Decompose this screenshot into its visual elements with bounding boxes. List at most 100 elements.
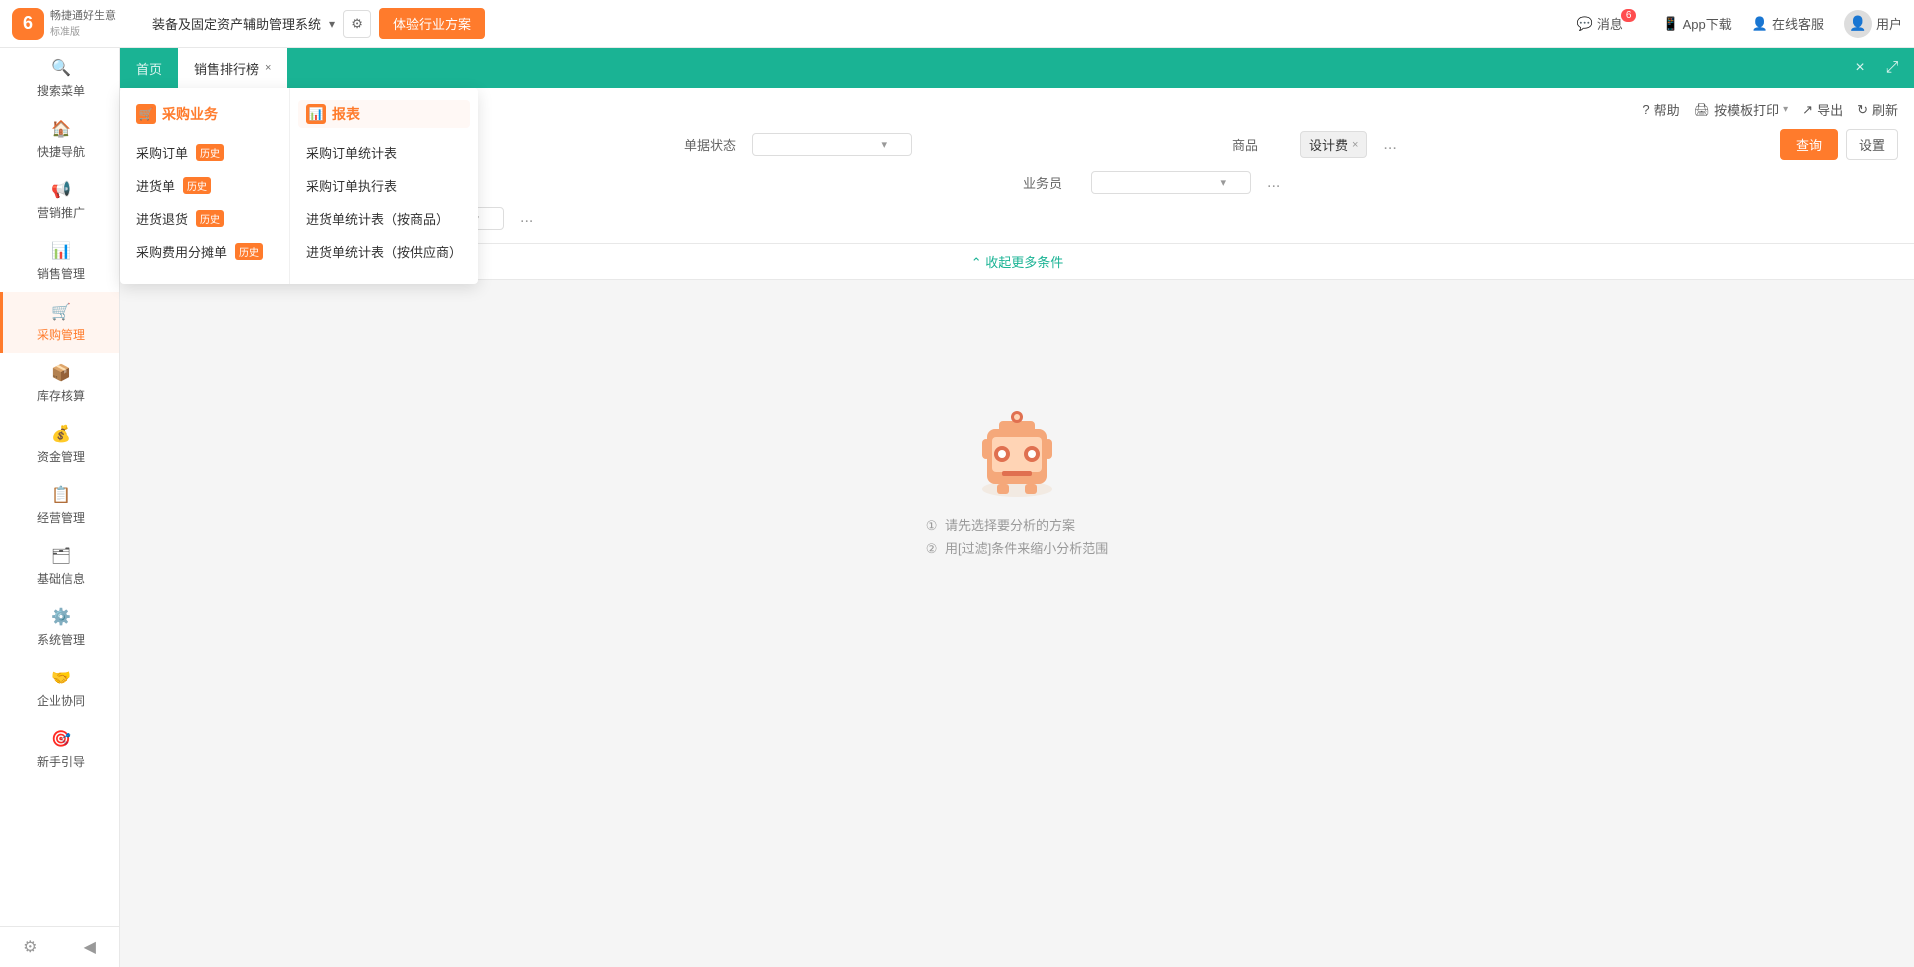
logo-area: 6 畅捷通好生意 标准版	[12, 8, 132, 40]
goods-tag-close[interactable]: ×	[1352, 139, 1358, 151]
menu-incoming[interactable]: 进货单 历史	[136, 169, 273, 202]
order-status-select[interactable]: ▾	[752, 133, 912, 156]
app-download-btn[interactable]: 📱 App下载	[1662, 14, 1731, 33]
logo-icon: 6	[12, 8, 44, 40]
empty-robot-svg	[957, 399, 1077, 499]
expand-window-btn[interactable]: ⤢	[1878, 54, 1906, 82]
salesperson-dots[interactable]: ...	[1259, 170, 1288, 196]
menu-incoming-stats-supplier[interactable]: 进货单统计表（按供应商）	[306, 235, 462, 268]
sidebar-item-newbie[interactable]: 🎯 新手引导	[0, 719, 119, 780]
report-col-title: 📊 报表	[298, 100, 470, 128]
tabs-actions: × ⤢	[1846, 54, 1914, 82]
empty-text: ① 请先选择要分析的方案 ② 用[过滤]条件来缩小分析范围	[926, 515, 1109, 561]
industry-btn[interactable]: 体验行业方案	[379, 8, 485, 39]
topbar-center: 装备及固定资产辅助管理系统 ▾ ⚙ 体验行业方案	[132, 8, 1577, 39]
export-icon: ↗	[1802, 102, 1813, 118]
sidebar-item-inventory[interactable]: 📦 库存核算	[0, 353, 119, 414]
purchase-icon: 🛒	[51, 302, 71, 322]
newbie-icon: 🎯	[51, 729, 71, 749]
sidebar-label-sales: 销售管理	[37, 265, 85, 282]
goods-dots[interactable]: ...	[1375, 132, 1404, 158]
sidebar-label-marketing: 营销推广	[37, 204, 85, 221]
report-col: 📊 报表 采购订单统计表 采购订单执行表 进货单统计表（按商品） 进货单统计表（…	[290, 88, 478, 284]
goods-label: 商品	[1232, 135, 1292, 154]
enterprise-icon: 🤝	[51, 668, 71, 688]
finance-icon: 💰	[51, 424, 71, 444]
sidebar-label-enterprise: 企业协同	[37, 692, 85, 709]
menu-purchase-order-stats[interactable]: 采购订单统计表	[306, 136, 462, 169]
sidebar-item-operations[interactable]: 📋 经营管理	[0, 475, 119, 536]
logo-text: 畅捷通好生意	[50, 9, 116, 23]
report-menu-icon: 📊	[306, 104, 326, 124]
headset-icon: 👤	[1752, 16, 1768, 32]
system-icon: ⚙️	[51, 607, 71, 627]
goods-group: 商品 设计费 × ...	[1232, 131, 1768, 158]
sidebar-label-operations: 经营管理	[37, 509, 85, 526]
tab-sales-ranking-label: 销售排行榜	[194, 59, 259, 78]
user-menu[interactable]: 👤 用户	[1844, 10, 1902, 38]
history-badge-3: 历史	[235, 243, 263, 260]
phone-icon: 📱	[1662, 16, 1678, 32]
tab-home[interactable]: 首页	[120, 48, 178, 88]
settings-btn[interactable]: 设置	[1846, 129, 1898, 160]
menu-expense[interactable]: 采购费用分摊单 历史	[136, 235, 273, 268]
close-window-btn[interactable]: ×	[1846, 54, 1874, 82]
avatar: 👤	[1844, 10, 1872, 38]
history-badge-0: 历史	[196, 144, 224, 161]
sidebar-item-finance[interactable]: 💰 资金管理	[0, 414, 119, 475]
sidebar-item-marketing[interactable]: 📢 营销推广	[0, 170, 119, 231]
tab-home-label: 首页	[136, 59, 162, 78]
print-icon: 🖨	[1694, 102, 1711, 118]
menu-return[interactable]: 进货退货 历史	[136, 202, 273, 235]
help-icon: ?	[1642, 102, 1649, 117]
menu-incoming-stats-product[interactable]: 进货单统计表（按商品）	[306, 202, 462, 235]
marketing-icon: 📢	[51, 180, 71, 200]
collapse-sidebar-btn[interactable]: ◀	[84, 937, 96, 957]
empty-illustration	[957, 399, 1077, 499]
sidebar-bottom: ⚙ ◀	[0, 926, 119, 967]
online-service-btn[interactable]: 👤 在线客服	[1752, 14, 1824, 33]
history-badge-2: 历史	[196, 210, 224, 227]
query-btn[interactable]: 查询	[1780, 129, 1838, 160]
sidebar-item-search[interactable]: 🔍 搜索菜单	[0, 48, 119, 109]
sidebar-label-system: 系统管理	[37, 631, 85, 648]
messages-btn[interactable]: 💬 消息 6	[1577, 14, 1643, 33]
tab-close-icon[interactable]: ×	[265, 62, 271, 74]
sidebar-item-enterprise[interactable]: 🤝 企业协同	[0, 658, 119, 719]
sidebar-label-newbie: 新手引导	[37, 753, 85, 770]
customer-dots[interactable]: ...	[512, 205, 541, 231]
gear-button[interactable]: ⚙	[343, 10, 371, 38]
tab-sales-ranking[interactable]: 销售排行榜 ×	[178, 48, 287, 88]
purchase-col: 🛒 采购业务 采购订单 历史 进货单 历史 进货退货 历史 采购费用分摊单 历史	[120, 88, 290, 284]
salesperson-input[interactable]: ▾	[1091, 171, 1251, 194]
sidebar-item-basic[interactable]: 🗂 基础信息	[0, 536, 119, 597]
tabs-bar: 首页 销售排行榜 × × ⤢	[120, 48, 1914, 88]
sidebar: 🔍 搜索菜单 🏠 快捷导航 📢 营销推广 📊 销售管理 🛒 采购管理 📦 库存核…	[0, 48, 120, 967]
topbar-right: 💬 消息 6 📱 App下载 👤 在线客服 👤 用户	[1577, 10, 1902, 38]
menu-purchase-order[interactable]: 采购订单 历史	[136, 136, 273, 169]
menu-purchase-order-exec[interactable]: 采购订单执行表	[306, 169, 462, 202]
order-status-label: 单据状态	[684, 135, 744, 154]
empty-hint-1: ① 请先选择要分析的方案	[926, 515, 1109, 534]
help-btn[interactable]: ? 帮助	[1642, 100, 1679, 119]
refresh-btn[interactable]: ↻ 刷新	[1857, 100, 1898, 119]
purchase-menu-icon: 🛒	[136, 104, 156, 124]
settings-bottom-icon[interactable]: ⚙	[23, 937, 37, 957]
sidebar-item-sales[interactable]: 📊 销售管理	[0, 231, 119, 292]
system-name: 装备及固定资产辅助管理系统	[152, 14, 321, 33]
operations-icon: 📋	[51, 485, 71, 505]
sidebar-item-system[interactable]: ⚙️ 系统管理	[0, 597, 119, 658]
print-btn[interactable]: 🖨 按模板打印 ▾	[1694, 100, 1789, 119]
message-icon: 💬	[1577, 16, 1593, 32]
goods-tag[interactable]: 设计费 ×	[1300, 131, 1367, 158]
sidebar-item-quick[interactable]: 🏠 快捷导航	[0, 109, 119, 170]
topbar: 6 畅捷通好生意 标准版 装备及固定资产辅助管理系统 ▾ ⚙ 体验行业方案 💬 …	[0, 0, 1914, 48]
goods-tag-label: 设计费	[1309, 135, 1348, 154]
export-btn[interactable]: ↗ 导出	[1802, 100, 1843, 119]
purchase-col-title: 🛒 采购业务	[136, 104, 273, 124]
sidebar-item-purchase[interactable]: 🛒 采购管理	[0, 292, 119, 353]
dropdown-arrow[interactable]: ▾	[329, 17, 335, 31]
sidebar-label-inventory: 库存核算	[37, 387, 85, 404]
sidebar-label-purchase: 采购管理	[37, 326, 85, 343]
empty-hint-2: ② 用[过滤]条件来缩小分析范围	[926, 538, 1109, 557]
